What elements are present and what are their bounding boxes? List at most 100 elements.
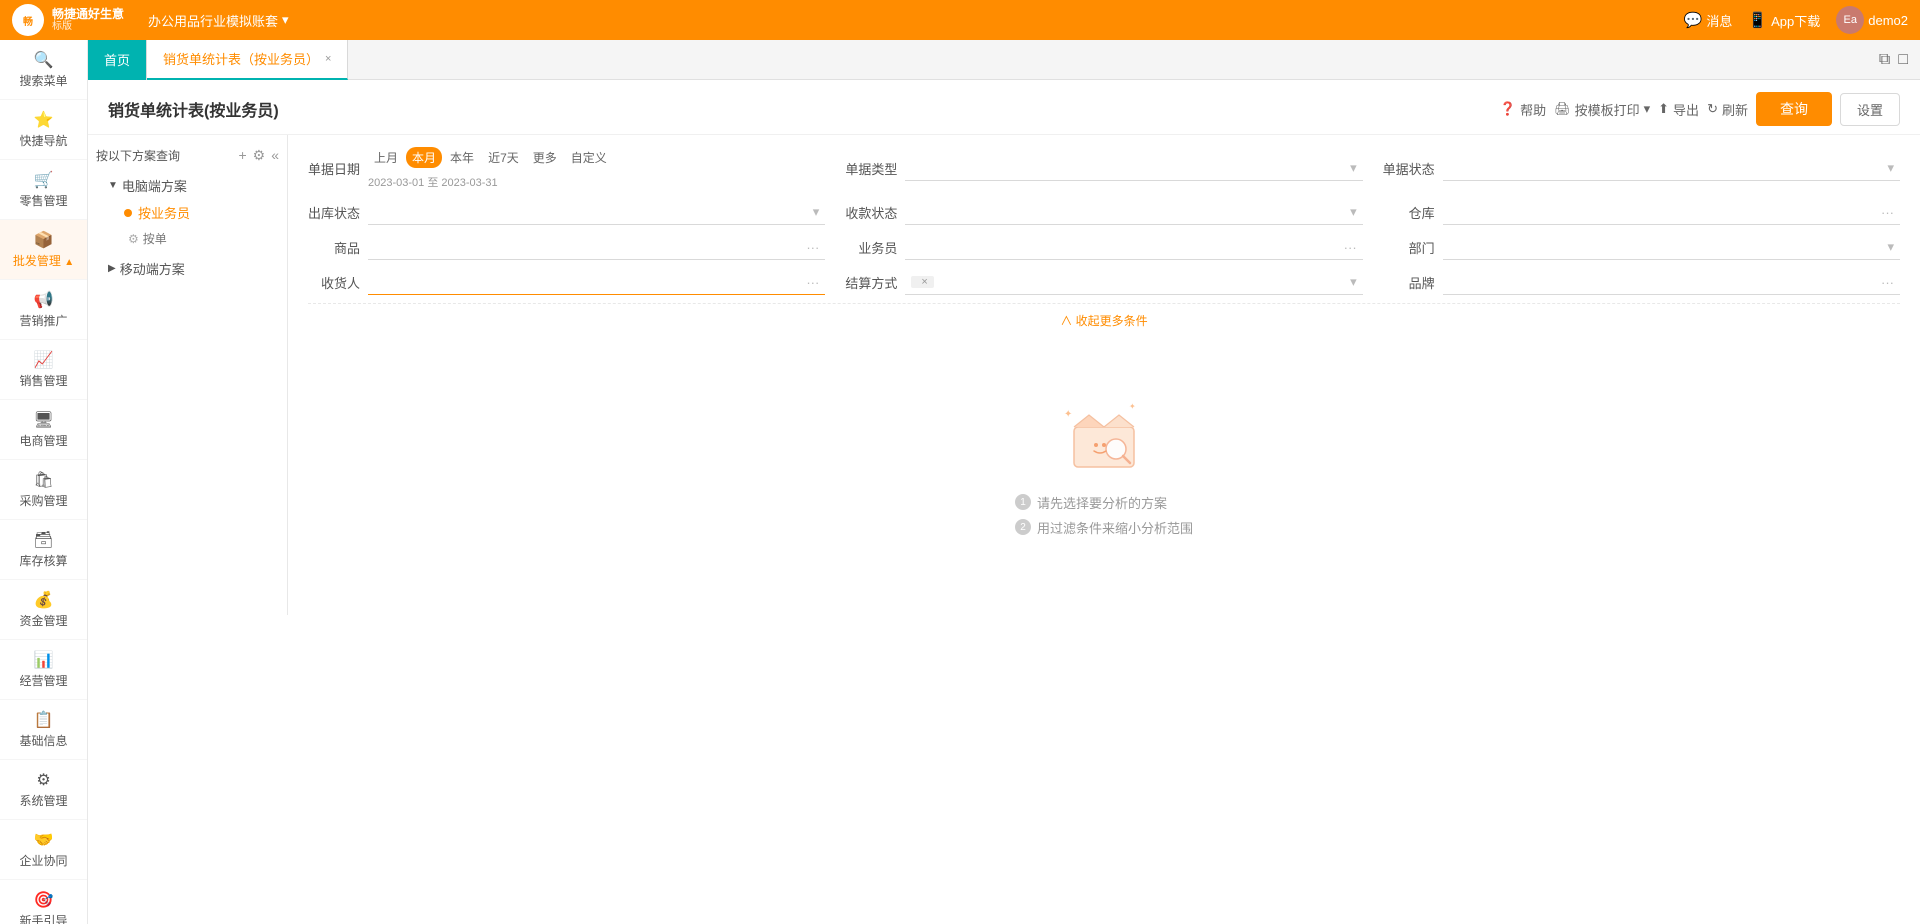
date-buttons: 上月 本月 本年 近7天 更多 自定义 xyxy=(368,147,825,168)
filter-doc-type-row: 单据类型 ▾ xyxy=(845,147,1362,190)
sidebar-item-basic-info[interactable]: 📋 基础信息 xyxy=(0,700,87,760)
system-icon: ⚙ xyxy=(4,770,83,790)
tree-sub-by-order[interactable]: ⚙ 按单 xyxy=(104,226,279,251)
doc-status-select[interactable]: ▾ xyxy=(1443,156,1900,181)
sidebar-item-finance[interactable]: 💰 资金管理 xyxy=(0,580,87,640)
sidebar-item-search[interactable]: 🔍 搜索菜单 xyxy=(0,40,87,100)
sidebar-item-wholesale[interactable]: 📦 批发管理 ▲ xyxy=(0,220,87,280)
receiver-label: 收货人 xyxy=(308,273,360,292)
right-panel: 单据日期 上月 本月 本年 近7天 更多 自定义 xyxy=(288,135,1920,615)
sidebar-item-marketing[interactable]: 📢 营销推广 xyxy=(0,280,87,340)
doc-type-select[interactable]: ▾ xyxy=(905,156,1362,181)
date-btn-7days[interactable]: 近7天 xyxy=(482,147,525,168)
dept-select[interactable]: ▾ xyxy=(1443,235,1900,260)
message-button[interactable]: 💬 消息 xyxy=(1684,11,1733,30)
doc-status-dropdown-icon: ▾ xyxy=(1887,160,1894,176)
tab-home[interactable]: 首页 xyxy=(88,40,147,80)
tab-sales-stat[interactable]: 销货单统计表（按业务员） × xyxy=(147,40,348,80)
tree-desktop-group-toggle[interactable]: ▼ 电脑端方案 xyxy=(104,172,279,199)
dept-label: 部门 xyxy=(1383,238,1435,257)
guide-icon: 🎯 xyxy=(4,890,83,910)
brand-more-icon: ··· xyxy=(1881,275,1894,290)
date-btn-last-month[interactable]: 上月 xyxy=(368,147,404,168)
tab-close-icon[interactable]: × xyxy=(325,53,331,65)
selected-dot-icon xyxy=(124,209,132,217)
collection-status-dropdown-icon: ▾ xyxy=(1350,204,1357,220)
tab-bar: 首页 销货单统计表（按业务员） × ⧉ □ xyxy=(88,40,1920,80)
help-icon: ❓ xyxy=(1500,101,1516,117)
app-title: 畅捷通好生意 标版 xyxy=(52,7,124,33)
user-menu[interactable]: Ea demo2 xyxy=(1836,6,1908,34)
staff-select[interactable]: ··· xyxy=(905,236,1362,260)
sidebar-item-inventory[interactable]: 🗃 库存核算 xyxy=(0,520,87,580)
restore-icon[interactable]: ⧉ xyxy=(1879,51,1890,69)
svg-text:✦: ✦ xyxy=(1064,409,1072,420)
operation-icon: 📊 xyxy=(4,650,83,670)
date-range-text: 2023-03-01 至 2023-03-31 xyxy=(368,174,825,190)
wholesale-icon: 📦 xyxy=(4,230,83,250)
filter-grid: 单据日期 上月 本月 本年 近7天 更多 自定义 xyxy=(308,147,1900,295)
query-button[interactable]: 查询 xyxy=(1756,92,1832,126)
inventory-icon: 🗃 xyxy=(4,530,83,550)
tree-arrow-icon: ▼ xyxy=(108,180,118,191)
collection-status-label: 收款状态 xyxy=(845,203,897,222)
filter-settle-row: 结算方式 × ▾ xyxy=(845,270,1362,295)
settle-tag: × xyxy=(911,276,933,288)
retail-icon: 🛒 xyxy=(4,170,83,190)
out-status-select[interactable]: ▾ xyxy=(368,200,825,225)
empty-state: ✦ ✦ 1 请先选择要分析的方案 2 xyxy=(308,337,1900,603)
dept-dropdown-icon: ▾ xyxy=(1887,239,1894,255)
help-button[interactable]: ❓ 帮助 xyxy=(1500,100,1546,119)
collection-status-select[interactable]: ▾ xyxy=(905,200,1362,225)
hint-num-1: 1 xyxy=(1015,494,1031,510)
date-btn-custom[interactable]: 自定义 xyxy=(565,147,613,168)
sidebar-item-ecommerce[interactable]: 🖥 电商管理 xyxy=(0,400,87,460)
sidebar-item-system[interactable]: ⚙ 系统管理 xyxy=(0,760,87,820)
refresh-button[interactable]: ↻ 刷新 xyxy=(1707,100,1748,119)
goods-select[interactable]: ··· xyxy=(368,236,825,260)
settle-select[interactable]: × ▾ xyxy=(905,270,1362,295)
add-scheme-button[interactable]: + xyxy=(238,147,246,164)
breadcrumb-dropdown[interactable]: 办公用品行业模拟账套 ▾ xyxy=(148,11,289,30)
setting-button[interactable]: 设置 xyxy=(1840,93,1900,126)
maximize-icon[interactable]: □ xyxy=(1898,51,1908,69)
collapse-filters-button[interactable]: ∧ 收起更多条件 xyxy=(308,303,1900,337)
hint-num-2: 2 xyxy=(1015,519,1031,535)
ecommerce-icon: 🖥 xyxy=(4,410,83,430)
settle-tag-close[interactable]: × xyxy=(921,276,927,288)
sidebar-item-sales[interactable]: 📈 销售管理 xyxy=(0,340,87,400)
staff-label: 业务员 xyxy=(845,238,897,257)
marketing-icon: 📢 xyxy=(4,290,83,310)
two-panel: 按以下方案查询 + ⚙ « ▼ 电脑端方案 xyxy=(88,135,1920,615)
message-icon: 💬 xyxy=(1684,11,1703,29)
sidebar-item-operation[interactable]: 📊 经营管理 xyxy=(0,640,87,700)
receiver-select[interactable]: ··· xyxy=(368,271,825,295)
sidebar-item-collaboration[interactable]: 🤝 企业协同 xyxy=(0,820,87,880)
empty-hints: 1 请先选择要分析的方案 2 用过滤条件来缩小分析范围 xyxy=(1015,493,1193,543)
warehouse-more-icon: ··· xyxy=(1881,205,1894,220)
filter-staff-row: 业务员 ··· xyxy=(845,235,1362,260)
tree-leaf-by-staff[interactable]: 按业务员 xyxy=(104,199,279,226)
warehouse-select[interactable]: ··· xyxy=(1443,201,1900,225)
date-btn-more[interactable]: 更多 xyxy=(527,147,563,168)
app-download-button[interactable]: 📱 App下载 xyxy=(1748,11,1820,30)
sidebar-item-guide[interactable]: 🎯 新手引导 xyxy=(0,880,87,924)
scheme-settings-button[interactable]: ⚙ xyxy=(253,147,266,164)
action-group: ❓ 帮助 🖨 按模板打印 ▾ ⬆ 导出 ↻ xyxy=(1500,92,1900,126)
empty-hint-1: 1 请先选择要分析的方案 xyxy=(1015,493,1193,512)
tree-mobile-group-toggle[interactable]: ▶ 移动端方案 xyxy=(104,255,279,282)
date-btn-this-year[interactable]: 本年 xyxy=(444,147,480,168)
doc-status-label: 单据状态 xyxy=(1383,159,1435,178)
sidebar-item-quicknav[interactable]: ⭐ 快捷导航 xyxy=(0,100,87,160)
brand-select[interactable]: ··· xyxy=(1443,271,1900,295)
collapse-panel-button[interactable]: « xyxy=(271,147,279,164)
sidebar-item-retail[interactable]: 🛒 零售管理 xyxy=(0,160,87,220)
receiver-more-icon: ··· xyxy=(806,275,819,290)
doc-type-dropdown-icon: ▾ xyxy=(1350,160,1357,176)
basic-info-icon: 📋 xyxy=(4,710,83,730)
export-button[interactable]: ⬆ 导出 xyxy=(1658,100,1699,119)
sidebar-item-purchase[interactable]: 🛍 采购管理 xyxy=(0,460,87,520)
date-btn-this-month[interactable]: 本月 xyxy=(406,147,442,168)
template-print-button[interactable]: 🖨 按模板打印 ▾ xyxy=(1554,100,1650,119)
sidebar: 🔍 搜索菜单 ⭐ 快捷导航 🛒 零售管理 📦 批发管理 ▲ 📢 营销推广 � xyxy=(0,40,88,924)
